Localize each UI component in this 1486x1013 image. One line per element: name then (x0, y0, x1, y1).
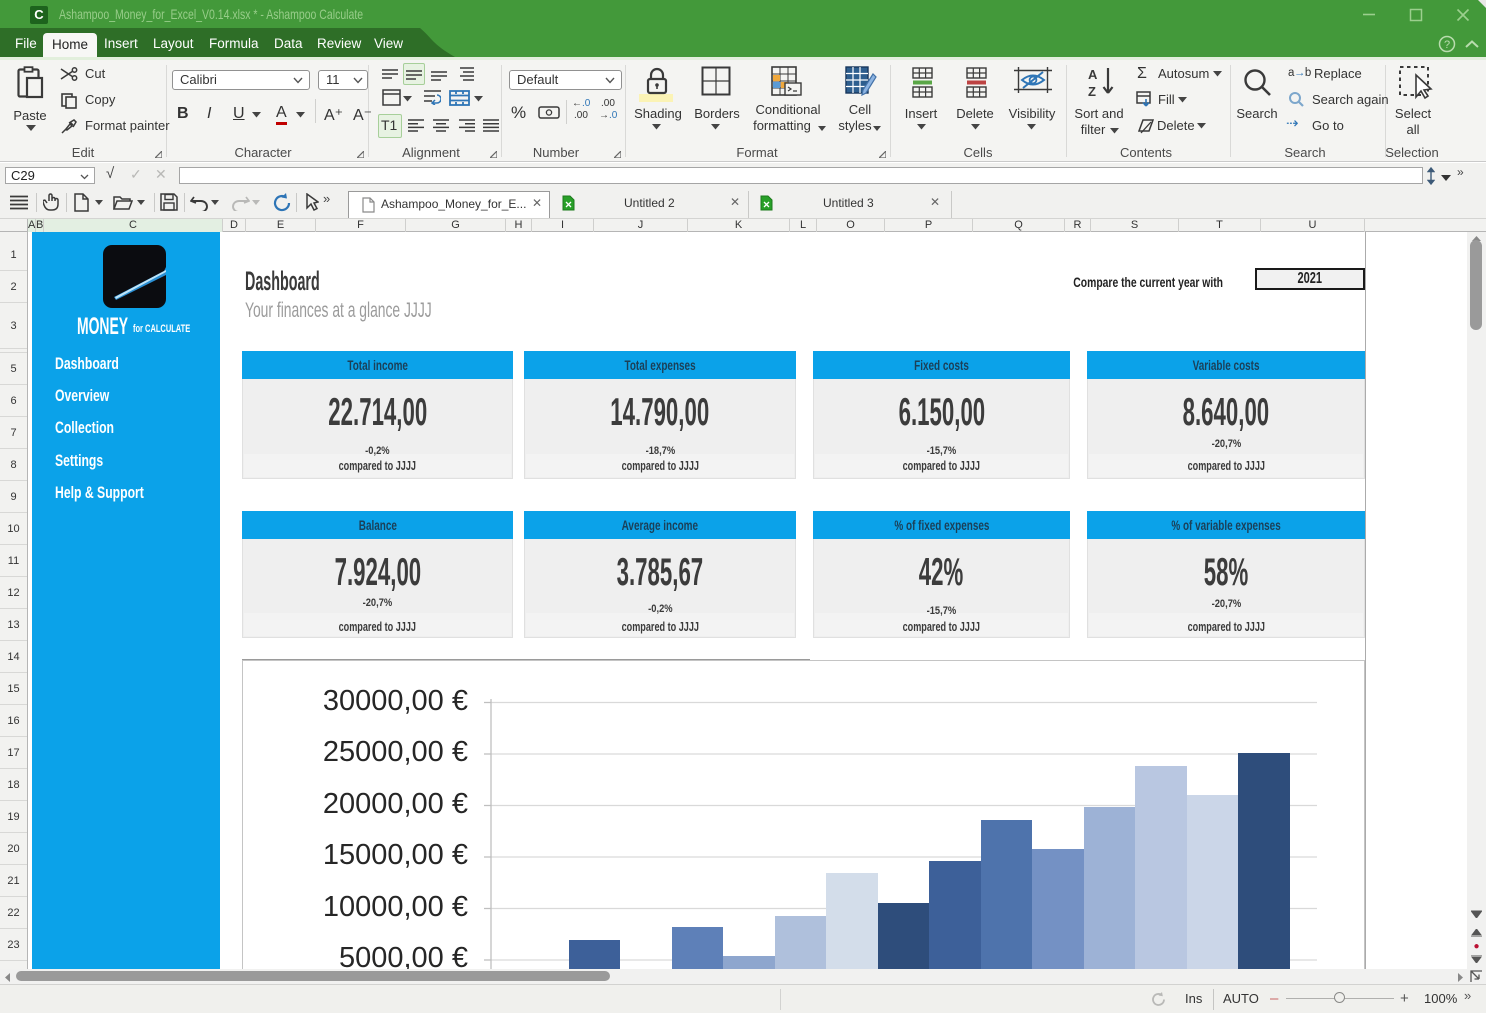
svg-text:15000,00 €: 15000,00 € (323, 839, 468, 871)
svg-text:Z: Z (1088, 84, 1096, 98)
svg-text:30000,00 €: 30000,00 € (323, 685, 468, 717)
svg-text:?: ? (1444, 39, 1450, 51)
svg-text:5000,00 €: 5000,00 € (339, 942, 468, 969)
svg-text:10000,00 €: 10000,00 € (323, 891, 468, 923)
svg-text:A: A (1088, 67, 1098, 82)
svg-text:25000,00 €: 25000,00 € (323, 736, 468, 768)
svg-text:20000,00 €: 20000,00 € (323, 788, 468, 820)
